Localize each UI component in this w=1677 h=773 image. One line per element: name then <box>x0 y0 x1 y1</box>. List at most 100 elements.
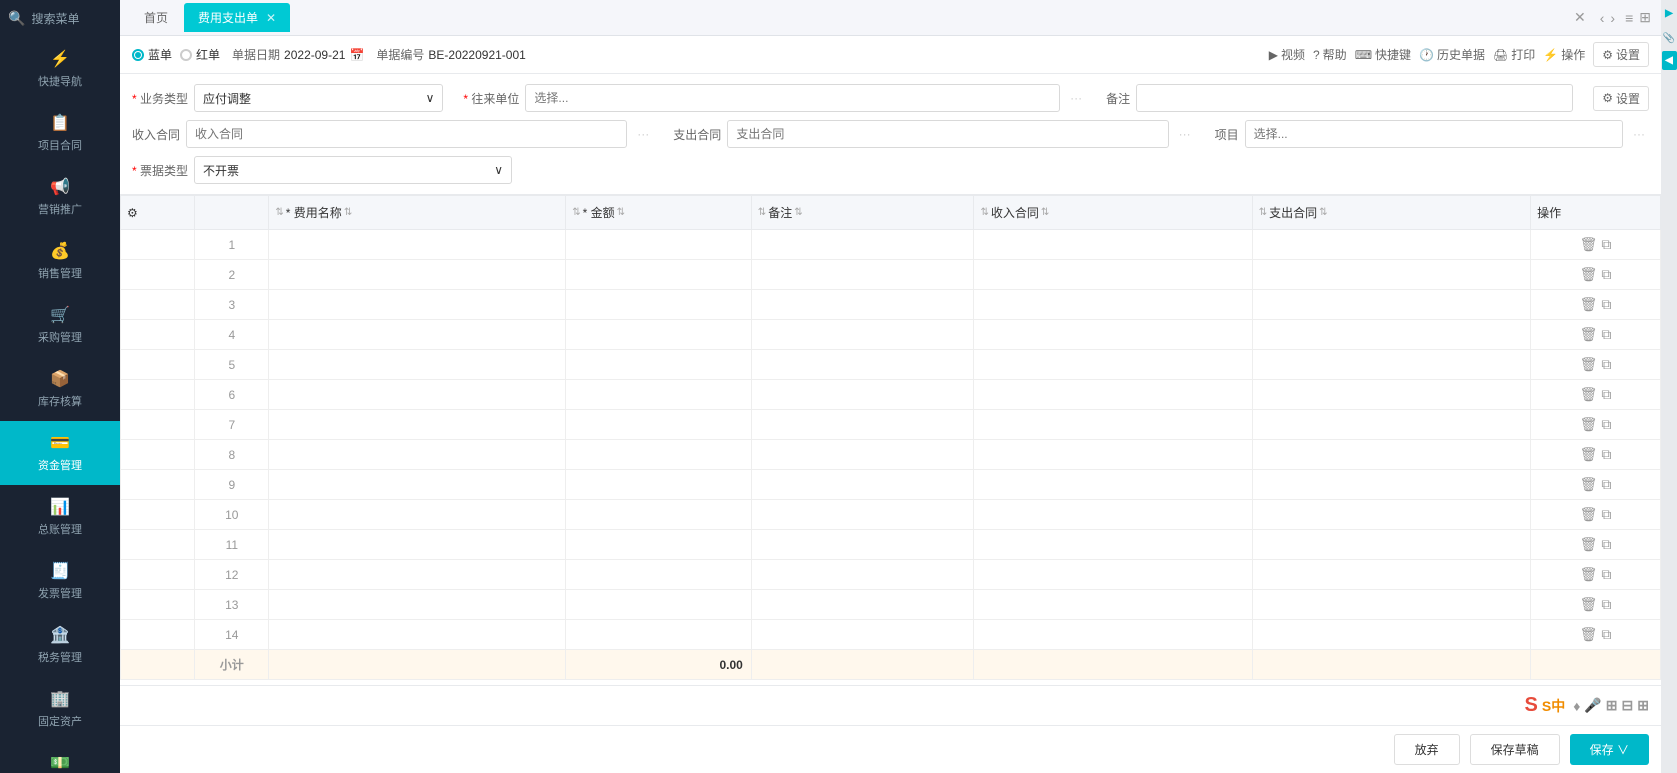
calendar-icon[interactable]: 📅 <box>349 48 364 62</box>
row-expense-contract-cell[interactable] <box>1252 440 1530 470</box>
sidebar-item-tax[interactable]: 🏦 税务管理 <box>0 613 120 677</box>
row-note-cell[interactable] <box>751 410 974 440</box>
row-expense-name-cell[interactable] <box>269 620 566 650</box>
col-header-setting[interactable]: ⚙ <box>121 196 195 230</box>
next-tab-button[interactable]: › <box>1610 10 1615 26</box>
row-expense-contract-cell[interactable] <box>1252 620 1530 650</box>
row-expense-contract-cell[interactable] <box>1252 470 1530 500</box>
row-delete-button[interactable]: 🗑 <box>1580 266 1598 283</box>
mic-button[interactable]: 🎤 <box>1584 697 1601 714</box>
row-expense-name-cell[interactable] <box>269 470 566 500</box>
row-expense-name-cell[interactable] <box>269 440 566 470</box>
row-expense-name-cell[interactable] <box>269 500 566 530</box>
sidebar-item-ledger[interactable]: 📊 总账管理 <box>0 485 120 549</box>
ticket-type-select[interactable]: 不开票 ∨ <box>194 156 512 184</box>
right-panel-icon-3[interactable]: ◀ <box>1662 51 1677 70</box>
tab-list-button[interactable]: ≡ <box>1625 10 1633 26</box>
row-note-cell[interactable] <box>751 380 974 410</box>
radio-red[interactable]: 红单 <box>180 46 220 63</box>
print-button[interactable]: 🖨 打印 <box>1493 46 1535 63</box>
row-expense-contract-cell[interactable] <box>1252 530 1530 560</box>
row-expense-name-cell[interactable] <box>269 230 566 260</box>
row-income-contract-cell[interactable] <box>974 320 1252 350</box>
video-button[interactable]: ▶ 视频 <box>1269 46 1305 63</box>
row-amount-cell[interactable] <box>566 320 752 350</box>
mic-icon[interactable]: ♦ <box>1573 698 1580 714</box>
date-value[interactable]: 2022-09-21 <box>284 48 345 62</box>
remark-input[interactable] <box>1136 84 1573 112</box>
row-income-contract-cell[interactable] <box>974 590 1252 620</box>
row-amount-cell[interactable] <box>566 350 752 380</box>
row-income-contract-cell[interactable] <box>974 290 1252 320</box>
row-note-cell[interactable] <box>751 560 974 590</box>
row-amount-cell[interactable] <box>566 260 752 290</box>
row-income-contract-cell[interactable] <box>974 260 1252 290</box>
row-amount-cell[interactable] <box>566 230 752 260</box>
sidebar-item-invoice[interactable]: 🧾 发票管理 <box>0 549 120 613</box>
sidebar-item-wages[interactable]: 💵 工资 <box>0 741 120 773</box>
shortcut-button[interactable]: ⌨ 快捷键 <box>1355 46 1411 63</box>
row-copy-button[interactable]: ⧉ <box>1601 446 1611 463</box>
col-header-note[interactable]: ⇅ 备注 ⇅ <box>751 196 974 230</box>
row-expense-contract-cell[interactable] <box>1252 500 1530 530</box>
settings-button[interactable]: ⚙ 设置 <box>1593 42 1649 67</box>
row-note-cell[interactable] <box>751 530 974 560</box>
row-note-cell[interactable] <box>751 470 974 500</box>
row-delete-button[interactable]: 🗑 <box>1580 356 1598 373</box>
row-amount-cell[interactable] <box>566 500 752 530</box>
row-expense-name-cell[interactable] <box>269 410 566 440</box>
row-income-contract-cell[interactable] <box>974 620 1252 650</box>
row-expense-name-cell[interactable] <box>269 350 566 380</box>
income-contract-dots[interactable]: ··· <box>633 127 653 141</box>
grid-plus-icon[interactable]: ⊞ <box>1606 697 1618 714</box>
row-expense-name-cell[interactable] <box>269 530 566 560</box>
row-delete-button[interactable]: 🗑 <box>1580 236 1598 253</box>
row-copy-button[interactable]: ⧉ <box>1601 356 1611 373</box>
project-input[interactable] <box>1245 120 1623 148</box>
tab-expense[interactable]: 费用支出单 ✕ <box>184 3 290 32</box>
row-note-cell[interactable] <box>751 620 974 650</box>
row-expense-name-cell[interactable] <box>269 260 566 290</box>
row-amount-cell[interactable] <box>566 470 752 500</box>
row-note-cell[interactable] <box>751 590 974 620</box>
row-note-cell[interactable] <box>751 500 974 530</box>
income-contract-input[interactable] <box>186 120 627 148</box>
row-copy-button[interactable]: ⧉ <box>1601 506 1611 523</box>
row-income-contract-cell[interactable] <box>974 350 1252 380</box>
row-delete-button[interactable]: 🗑 <box>1580 296 1598 313</box>
counterpart-dots[interactable]: ··· <box>1066 91 1086 105</box>
row-copy-button[interactable]: ⧉ <box>1601 536 1611 553</box>
tab-close-button[interactable]: ✕ <box>266 11 276 25</box>
row-copy-button[interactable]: ⧉ <box>1601 596 1611 613</box>
save-button[interactable]: 保存 ∨ <box>1570 734 1649 765</box>
row-income-contract-cell[interactable] <box>974 470 1252 500</box>
sidebar-item-project-contract[interactable]: 📋 项目合同 <box>0 101 120 165</box>
row-note-cell[interactable] <box>751 320 974 350</box>
row-expense-contract-cell[interactable] <box>1252 590 1530 620</box>
save-draft-button[interactable]: 保存草稿 <box>1470 734 1560 765</box>
row-income-contract-cell[interactable] <box>974 410 1252 440</box>
close-window-button[interactable]: ✕ <box>1574 9 1586 26</box>
row-expense-name-cell[interactable] <box>269 380 566 410</box>
row-note-cell[interactable] <box>751 230 974 260</box>
row-delete-button[interactable]: 🗑 <box>1580 626 1598 643</box>
operate-button[interactable]: ⚡ 操作 <box>1543 46 1585 63</box>
row-amount-cell[interactable] <box>566 590 752 620</box>
col-header-amount[interactable]: ⇅ * 金额 ⇅ <box>566 196 752 230</box>
project-dots[interactable]: ··· <box>1629 127 1649 141</box>
grid-icon[interactable]: ⊞ <box>1637 697 1649 714</box>
tab-home[interactable]: 首页 <box>130 3 182 32</box>
row-income-contract-cell[interactable] <box>974 560 1252 590</box>
row-income-contract-cell[interactable] <box>974 530 1252 560</box>
row-expense-contract-cell[interactable] <box>1252 350 1530 380</box>
row-copy-button[interactable]: ⧉ <box>1601 476 1611 493</box>
right-panel-icon-2[interactable]: 📎 <box>1662 27 1677 47</box>
row-note-cell[interactable] <box>751 440 974 470</box>
sidebar-item-sales[interactable]: 💰 销售管理 <box>0 229 120 293</box>
row-income-contract-cell[interactable] <box>974 380 1252 410</box>
row-expense-name-cell[interactable] <box>269 560 566 590</box>
row-delete-button[interactable]: 🗑 <box>1580 506 1598 523</box>
row-income-contract-cell[interactable] <box>974 440 1252 470</box>
row-income-contract-cell[interactable] <box>974 500 1252 530</box>
prev-tab-button[interactable]: ‹ <box>1600 10 1605 26</box>
